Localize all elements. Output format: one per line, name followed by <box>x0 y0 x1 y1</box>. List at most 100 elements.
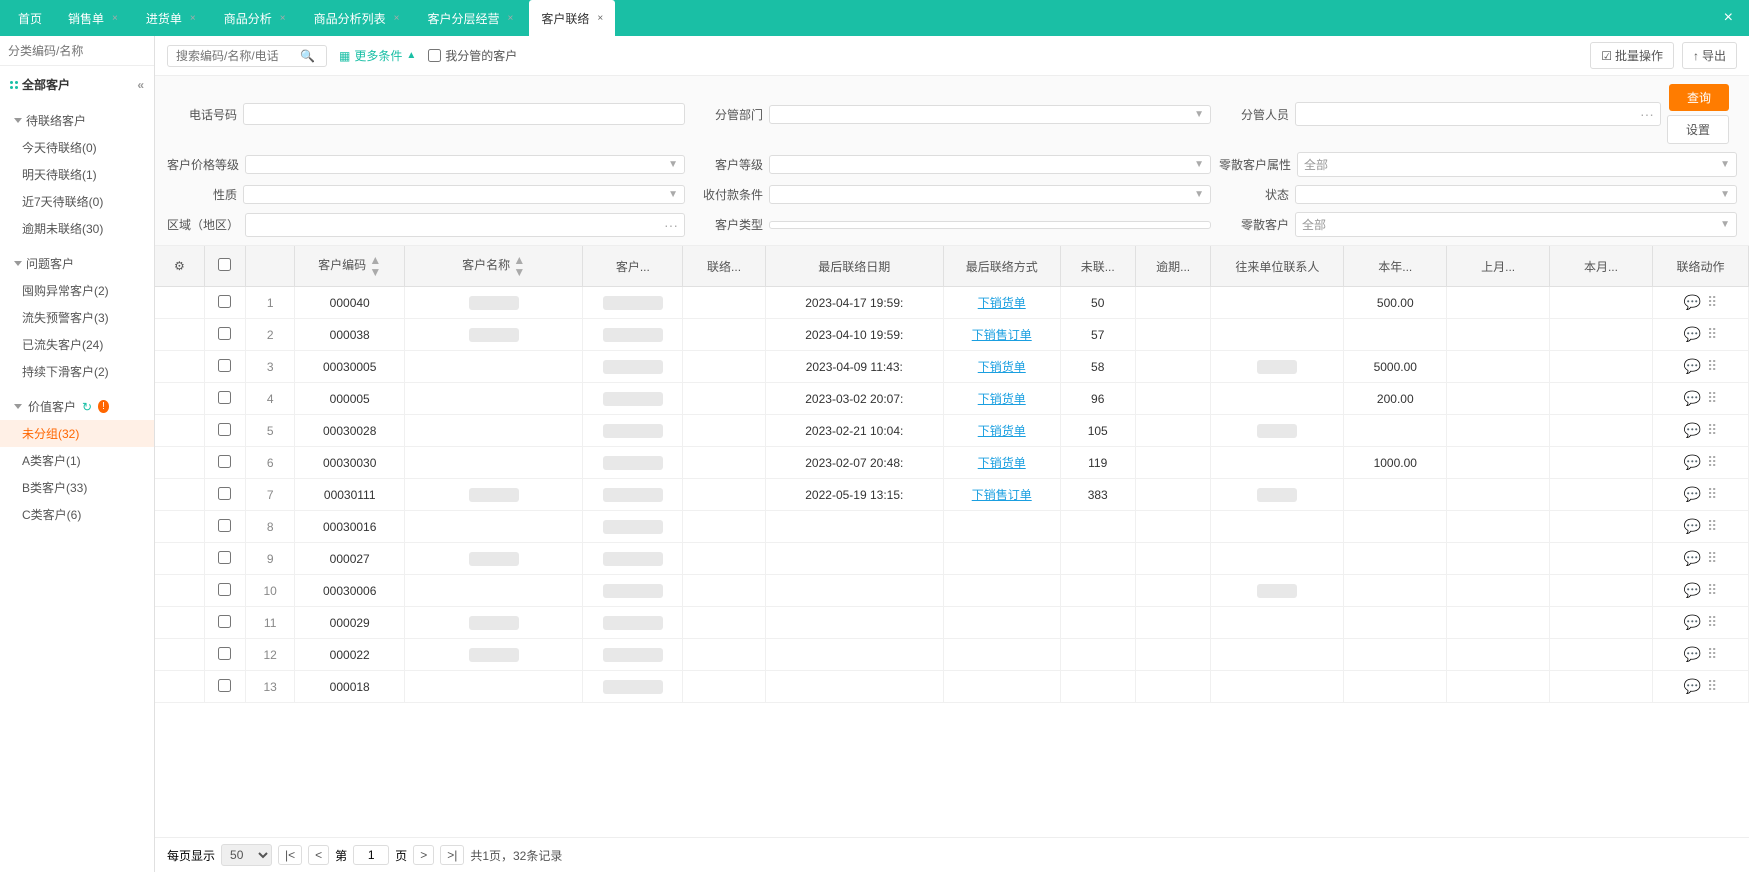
more-icon[interactable]: ⠿ <box>1707 294 1717 311</box>
sidebar-item-churn-warning[interactable]: 流失预警客户(3) <box>0 304 154 331</box>
main-search-input[interactable] <box>176 49 296 63</box>
row-last-method[interactable]: 下销货单 <box>943 351 1060 383</box>
quality-dropdown[interactable]: ▼ <box>243 185 685 204</box>
main-search-icon[interactable]: 🔍 <box>300 49 315 63</box>
query-button[interactable]: 查询 <box>1669 84 1729 111</box>
settings-icon[interactable]: ⚙ <box>174 259 185 273</box>
chat-icon[interactable]: 💬 <box>1684 678 1701 695</box>
row-checkbox[interactable] <box>218 519 231 532</box>
row-last-method[interactable] <box>943 511 1060 543</box>
chat-icon[interactable]: 💬 <box>1684 326 1701 343</box>
more-icon[interactable]: ⠿ <box>1707 486 1717 503</box>
chat-icon[interactable]: 💬 <box>1684 422 1701 439</box>
col-date-header[interactable]: 最后联络日期 <box>765 246 943 287</box>
col-code-header[interactable]: 客户编码 ▲▼ <box>295 246 405 287</box>
col-contact-header[interactable]: 联络... <box>683 246 765 287</box>
sidebar-item-declining[interactable]: 持续下滑客户(2) <box>0 358 154 385</box>
refresh-icon[interactable]: ↻ <box>82 400 92 414</box>
tab-purchase-close[interactable]: × <box>190 13 196 24</box>
problem-group[interactable]: 问题客户 <box>0 250 154 277</box>
more-conditions-btn[interactable]: ▦ 更多条件 ▲ <box>339 47 416 64</box>
more-icon[interactable]: ⠿ <box>1707 390 1717 407</box>
more-icon[interactable]: ⠿ <box>1707 582 1717 599</box>
chat-icon[interactable]: 💬 <box>1684 294 1701 311</box>
sidebar-item-today[interactable]: 今天待联络(0) <box>0 134 154 161</box>
row-last-method[interactable] <box>943 639 1060 671</box>
pending-group[interactable]: 待联络客户 <box>0 107 154 134</box>
sidebar-item-a-class[interactable]: A类客户(1) <box>0 447 154 474</box>
row-checkbox[interactable] <box>218 391 231 404</box>
chat-icon[interactable]: 💬 <box>1684 454 1701 471</box>
grade-dropdown[interactable]: ▼ <box>769 155 1211 174</box>
tab-product-list-close[interactable]: × <box>394 13 400 24</box>
retail-customer-dropdown[interactable]: 全部 ▼ <box>1295 212 1737 237</box>
tab-customer-layer-close[interactable]: × <box>507 13 513 24</box>
row-checkbox[interactable] <box>218 295 231 308</box>
col-overdue-header[interactable]: 逾期... <box>1135 246 1210 287</box>
more-icon[interactable]: ⠿ <box>1707 646 1717 663</box>
customer-type-dropdown[interactable] <box>769 221 1211 229</box>
payment-dropdown[interactable]: ▼ <box>769 185 1211 204</box>
retail-attr-dropdown[interactable]: 全部 ▼ <box>1297 152 1737 177</box>
tab-customer-contact[interactable]: 客户联络 × <box>529 0 615 36</box>
value-group[interactable]: 价值客户 ↻ ! <box>0 393 154 420</box>
chat-icon[interactable]: 💬 <box>1684 358 1701 375</box>
row-checkbox[interactable] <box>218 647 231 660</box>
page-size-select[interactable]: 50 100 200 <box>221 844 272 866</box>
row-checkbox-cell[interactable] <box>204 607 245 639</box>
row-checkbox-cell[interactable] <box>204 447 245 479</box>
col-name-header[interactable]: 客户名称 ▲▼ <box>405 246 583 287</box>
row-checkbox-cell[interactable] <box>204 543 245 575</box>
row-checkbox-cell[interactable] <box>204 671 245 703</box>
row-checkbox-cell[interactable] <box>204 479 245 511</box>
tab-sales[interactable]: 销售单 × <box>56 0 130 36</box>
method-link[interactable]: 下销货单 <box>978 296 1026 310</box>
more-icon[interactable]: ⠿ <box>1707 614 1717 631</box>
sidebar-item-overdue[interactable]: 逾期未联络(30) <box>0 215 154 242</box>
row-last-method[interactable]: 下销货单 <box>943 287 1060 319</box>
more-icon[interactable]: ⠿ <box>1707 518 1717 535</box>
my-customers-checkbox[interactable]: 我分管的客户 <box>428 47 517 64</box>
more-icon[interactable]: ⠿ <box>1707 422 1717 439</box>
row-checkbox[interactable] <box>218 615 231 628</box>
row-last-method[interactable] <box>943 575 1060 607</box>
sidebar-item-hoarding[interactable]: 囤购异常客户(2) <box>0 277 154 304</box>
staff-input[interactable]: ··· <box>1295 102 1661 126</box>
row-last-method[interactable]: 下销货单 <box>943 415 1060 447</box>
chat-icon[interactable]: 💬 <box>1684 390 1701 407</box>
tab-product-analysis[interactable]: 商品分析 × <box>212 0 298 36</box>
row-last-method[interactable]: 下销售订单 <box>943 479 1060 511</box>
method-link[interactable]: 下销货单 <box>978 392 1026 406</box>
chat-icon[interactable]: 💬 <box>1684 614 1701 631</box>
row-last-method[interactable] <box>943 543 1060 575</box>
row-checkbox-cell[interactable] <box>204 575 245 607</box>
sidebar-item-c-class[interactable]: C类客户(6) <box>0 501 154 528</box>
sidebar-item-tomorrow[interactable]: 明天待联络(1) <box>0 161 154 188</box>
row-checkbox[interactable] <box>218 327 231 340</box>
price-grade-dropdown[interactable]: ▼ <box>245 155 685 174</box>
row-checkbox-cell[interactable] <box>204 351 245 383</box>
sidebar-item-7days[interactable]: 近7天待联络(0) <box>0 188 154 215</box>
batch-operation-button[interactable]: ☑ 批量操作 <box>1590 42 1674 69</box>
row-checkbox[interactable] <box>218 455 231 468</box>
status-dropdown[interactable]: ▼ <box>1295 185 1737 204</box>
sidebar-item-ungraded[interactable]: 未分组(32) <box>0 420 154 447</box>
method-link[interactable]: 下销售订单 <box>972 488 1032 502</box>
sidebar-search-input[interactable] <box>8 44 155 58</box>
my-customers-check[interactable] <box>428 49 441 62</box>
more-icon[interactable]: ⠿ <box>1707 550 1717 567</box>
region-input[interactable]: ··· <box>245 213 685 237</box>
export-button[interactable]: ↑ 导出 <box>1682 42 1737 69</box>
row-checkbox[interactable] <box>218 679 231 692</box>
row-checkbox[interactable] <box>218 551 231 564</box>
more-icon[interactable]: ⠿ <box>1707 326 1717 343</box>
select-all-checkbox[interactable] <box>218 258 231 271</box>
tab-customer-layer[interactable]: 客户分层经营 × <box>415 0 525 36</box>
last-page-button[interactable]: >| <box>440 845 464 865</box>
row-checkbox[interactable] <box>218 359 231 372</box>
chat-icon[interactable]: 💬 <box>1684 646 1701 663</box>
col-thismonth-header[interactable]: 本月... <box>1550 246 1653 287</box>
row-checkbox-cell[interactable] <box>204 383 245 415</box>
row-checkbox-cell[interactable] <box>204 511 245 543</box>
row-checkbox[interactable] <box>218 583 231 596</box>
